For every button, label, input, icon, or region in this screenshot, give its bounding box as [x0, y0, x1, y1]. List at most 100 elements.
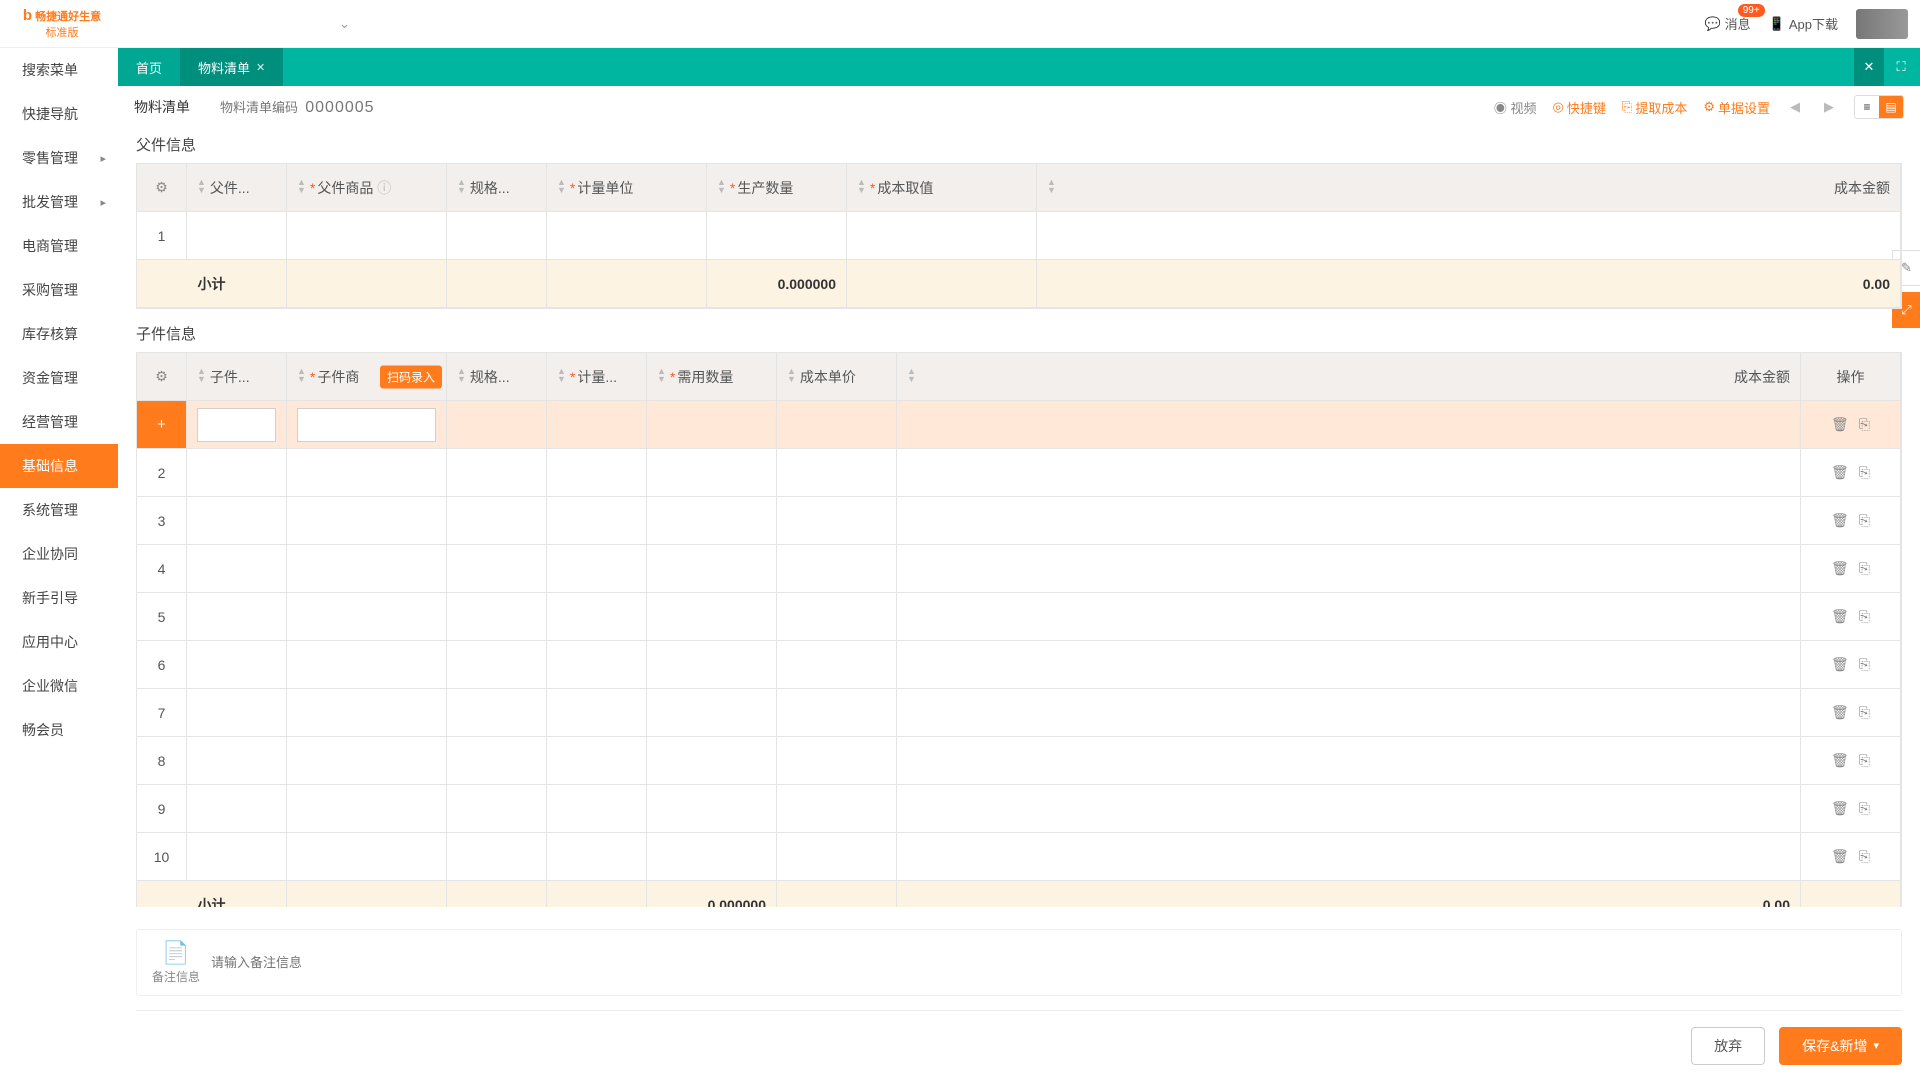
video-link[interactable]: ◉ 视频 — [1494, 98, 1537, 117]
messages-button[interactable]: 💬消息 — [1704, 14, 1750, 33]
shortcut-link[interactable]: ◎ 快捷键 — [1553, 98, 1606, 117]
remark-input[interactable] — [201, 947, 1887, 978]
remark-bar: 📄 备注信息 — [136, 929, 1902, 996]
child-code-input[interactable] — [197, 408, 276, 442]
parent-section-title: 父件信息 — [136, 134, 1902, 155]
delete-row-icon[interactable]: 🗑 — [1831, 800, 1849, 817]
copy-row-icon[interactable]: ⎘ — [1859, 656, 1870, 673]
col-parent-spec[interactable]: ▲▼规格... — [447, 164, 547, 212]
prev-page[interactable]: ◀ — [1786, 99, 1804, 115]
col-child-amt[interactable]: ▲▼成本金额 — [897, 353, 1801, 401]
delete-row-icon[interactable]: 🗑 — [1831, 704, 1849, 721]
copy-row-icon[interactable]: ⎘ — [1859, 608, 1870, 625]
subtab-bom[interactable]: 物料清单 — [134, 97, 190, 117]
child-row-7[interactable]: 7🗑⎘ — [137, 689, 1901, 737]
tab-strip: 首页 物料清单✕ ✕ ⛶ — [0, 48, 1920, 86]
child-row-4[interactable]: 4🗑⎘ — [137, 545, 1901, 593]
sidebar-item-10[interactable]: 系统管理 — [0, 488, 118, 532]
copy-row-icon[interactable]: ⎘ — [1859, 752, 1870, 769]
tab-home[interactable]: 首页 — [118, 48, 180, 86]
col-child-qty[interactable]: ▲▼*需用数量 — [647, 353, 777, 401]
view-list-icon[interactable]: ≡ — [1855, 96, 1879, 118]
footer-actions: 放弃 保存&新增▾ — [136, 1010, 1902, 1080]
col-parent-costsrc[interactable]: ▲▼*成本取值 — [847, 164, 1037, 212]
sidebar-item-5[interactable]: 采购管理 — [0, 268, 118, 312]
delete-row-icon[interactable]: 🗑 — [1831, 608, 1849, 625]
sidebar-item-13[interactable]: 应用中心 — [0, 620, 118, 664]
delete-row-icon[interactable]: 🗑 — [1831, 848, 1849, 865]
sidebar-item-6[interactable]: 库存核算 — [0, 312, 118, 356]
top-header: b 畅捷通好生意 标准版 ⌄ 💬消息 📱App下载 — [0, 0, 1920, 48]
col-child-unit[interactable]: ▲▼*计量... — [547, 353, 647, 401]
sidebar-item-12[interactable]: 新手引导 — [0, 576, 118, 620]
parent-grid: ⚙ ▲▼父件... ▲▼*父件商品 ⓘ ▲▼规格... ▲▼*计量单位 ▲▼*生… — [136, 163, 1902, 309]
sidebar-item-8[interactable]: 经营管理 — [0, 400, 118, 444]
bill-settings-link[interactable]: ⚙ 单据设置 — [1703, 98, 1770, 117]
chevron-down-icon: ▾ — [1873, 1039, 1879, 1052]
col-child-code[interactable]: ▲▼子件... — [187, 353, 287, 401]
child-row-8[interactable]: 8🗑⎘ — [137, 737, 1901, 785]
child-row-6[interactable]: 6🗑⎘ — [137, 641, 1901, 689]
copy-row-icon[interactable]: ⎘ — [1859, 416, 1870, 433]
col-parent-unit[interactable]: ▲▼*计量单位 — [547, 164, 707, 212]
workspace-selector[interactable]: ⌄ — [130, 14, 350, 33]
col-parent-qty[interactable]: ▲▼*生产数量 — [707, 164, 847, 212]
child-grid: ⚙ ▲▼子件... ▲▼*子件商扫码录入 ▲▼规格... ▲▼*计量... ▲▼… — [136, 352, 1902, 907]
delete-row-icon[interactable]: 🗑 — [1831, 512, 1849, 529]
add-row-icon[interactable]: + — [151, 414, 173, 436]
parent-row-1[interactable]: 1 — [137, 212, 1901, 260]
sidebar-item-9[interactable]: 基础信息 — [0, 444, 118, 488]
fullscreen-icon[interactable]: ⛶ — [1886, 48, 1916, 86]
gear-icon[interactable]: ⚙ — [137, 353, 187, 401]
gear-icon[interactable]: ⚙ — [137, 164, 187, 212]
sidebar-item-14[interactable]: 企业微信 — [0, 664, 118, 708]
sidebar-item-7[interactable]: 资金管理 — [0, 356, 118, 400]
user-avatar[interactable] — [1856, 9, 1908, 39]
sidebar-item-15[interactable]: 畅会员 — [0, 708, 118, 752]
next-page[interactable]: ▶ — [1820, 99, 1838, 115]
sidebar-item-0[interactable]: 搜索菜单 — [0, 48, 118, 92]
copy-row-icon[interactable]: ⎘ — [1859, 512, 1870, 529]
sidebar-item-4[interactable]: 电商管理 — [0, 224, 118, 268]
col-child-product[interactable]: ▲▼*子件商扫码录入 — [287, 353, 447, 401]
tab-bom[interactable]: 物料清单✕ — [180, 48, 283, 86]
view-toggle: ≡ ▤ — [1854, 95, 1904, 119]
col-parent-product[interactable]: ▲▼*父件商品 ⓘ — [287, 164, 447, 212]
copy-row-icon[interactable]: ⎘ — [1859, 848, 1870, 865]
sidebar-item-1[interactable]: 快捷导航 — [0, 92, 118, 136]
col-parent-costamt[interactable]: ▲▼成本金额 — [1037, 164, 1901, 212]
child-row-1[interactable]: + 🗑 ⎘ — [137, 401, 1901, 449]
view-detail-icon[interactable]: ▤ — [1879, 96, 1903, 118]
copy-row-icon[interactable]: ⎘ — [1859, 560, 1870, 577]
discard-button[interactable]: 放弃 — [1691, 1027, 1765, 1065]
col-parent-code[interactable]: ▲▼父件... — [187, 164, 287, 212]
close-all-tabs[interactable]: ✕ — [1854, 48, 1884, 86]
copy-row-icon[interactable]: ⎘ — [1859, 800, 1870, 817]
child-row-10[interactable]: 10🗑⎘ — [137, 833, 1901, 881]
sidebar-item-11[interactable]: 企业协同 — [0, 532, 118, 576]
extract-cost-link[interactable]: ⎘ 提取成本 — [1622, 98, 1687, 117]
remark-icon: 📄 备注信息 — [151, 940, 201, 985]
scan-input-tag[interactable]: 扫码录入 — [380, 365, 442, 388]
app-download-button[interactable]: 📱App下载 — [1769, 14, 1838, 33]
delete-row-icon[interactable]: 🗑 — [1831, 752, 1849, 769]
copy-row-icon[interactable]: ⎘ — [1859, 704, 1870, 721]
save-and-new-button[interactable]: 保存&新增▾ — [1779, 1027, 1902, 1065]
sidebar-item-2[interactable]: 零售管理 — [0, 136, 118, 180]
sidebar: 搜索菜单快捷导航零售管理批发管理电商管理采购管理库存核算资金管理经营管理基础信息… — [0, 48, 118, 1080]
child-row-9[interactable]: 9🗑⎘ — [137, 785, 1901, 833]
delete-row-icon[interactable]: 🗑 — [1831, 656, 1849, 673]
child-section-title: 子件信息 — [136, 323, 1902, 344]
sidebar-item-3[interactable]: 批发管理 — [0, 180, 118, 224]
child-row-5[interactable]: 5🗑⎘ — [137, 593, 1901, 641]
delete-row-icon[interactable]: 🗑 — [1831, 464, 1849, 481]
col-child-spec[interactable]: ▲▼规格... — [447, 353, 547, 401]
copy-row-icon[interactable]: ⎘ — [1859, 464, 1870, 481]
col-child-price[interactable]: ▲▼成本单价 — [777, 353, 897, 401]
delete-row-icon[interactable]: 🗑 — [1831, 416, 1849, 433]
child-product-input[interactable] — [297, 408, 436, 442]
child-row-3[interactable]: 3🗑⎘ — [137, 497, 1901, 545]
child-row-2[interactable]: 2🗑⎘ — [137, 449, 1901, 497]
delete-row-icon[interactable]: 🗑 — [1831, 560, 1849, 577]
close-icon[interactable]: ✕ — [256, 61, 265, 74]
